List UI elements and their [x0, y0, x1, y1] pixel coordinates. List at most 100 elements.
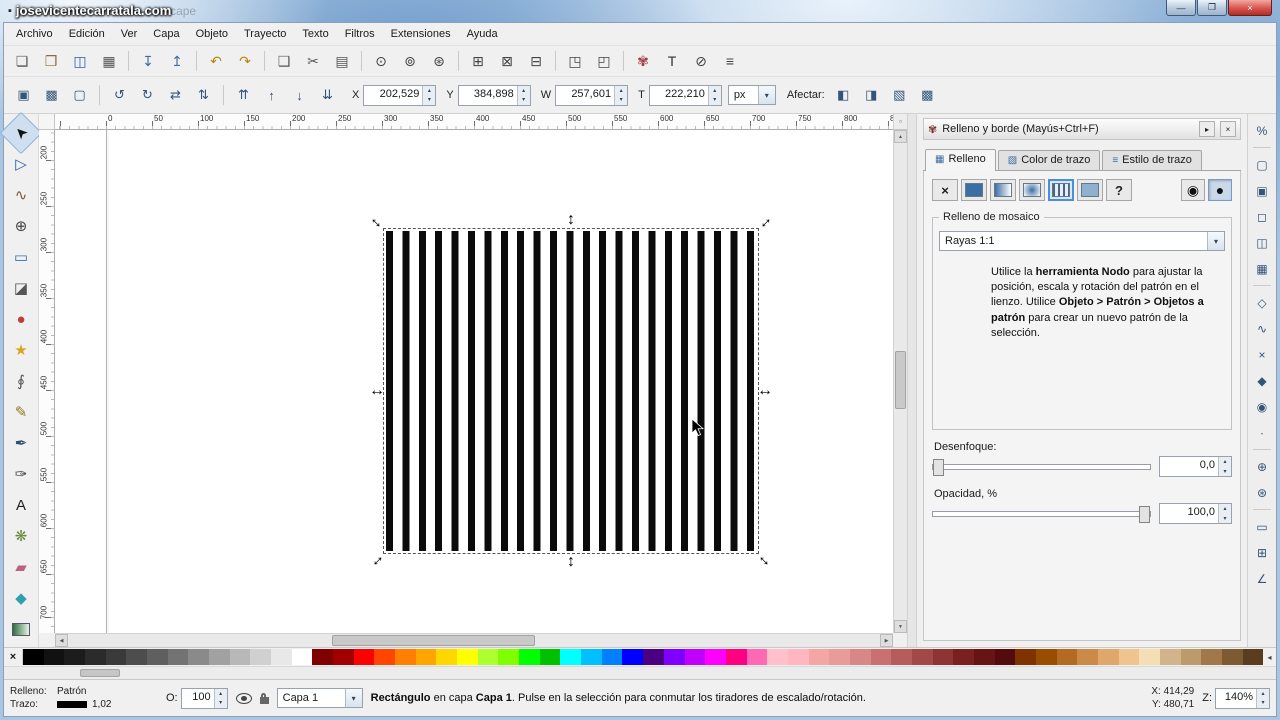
group[interactable]: ◳ — [561, 47, 589, 75]
scroll-left-icon[interactable] — [55, 634, 68, 647]
palette-swatch-51[interactable] — [1077, 649, 1098, 665]
palette-swatch-50[interactable] — [1056, 649, 1078, 665]
w-field-down-icon[interactable] — [615, 95, 627, 105]
export[interactable]: ↥ — [163, 47, 191, 75]
opacity-slider[interactable] — [932, 505, 1151, 523]
radial-gradient-button[interactable] — [1019, 179, 1045, 201]
clone[interactable]: ⊠ — [493, 47, 521, 75]
snap-cusp-nodes[interactable]: ◆ — [1249, 368, 1275, 393]
pattern-button[interactable] — [1048, 179, 1074, 201]
spiral-tool[interactable]: ∮ — [6, 366, 36, 396]
zoom-field[interactable]: 140% — [1215, 687, 1270, 709]
palette-swatch-32[interactable] — [684, 649, 706, 665]
menu-item-filtros[interactable]: Filtros — [337, 25, 383, 43]
canvas[interactable] — [55, 130, 893, 633]
scale-handle-n-icon[interactable] — [567, 212, 575, 228]
snap-midpoints[interactable]: ∙ — [1249, 420, 1275, 445]
snap-smooth-nodes[interactable]: ◉ — [1249, 394, 1275, 419]
palette-swatch-16[interactable] — [353, 649, 375, 665]
palette-swatch-34[interactable] — [725, 649, 747, 665]
palette-swatch-1[interactable] — [43, 649, 65, 665]
palette-swatch-49[interactable] — [1035, 649, 1057, 665]
open-document[interactable]: ❒ — [37, 47, 65, 75]
select-all[interactable]: ▣ — [10, 82, 37, 108]
palette-swatch-38[interactable] — [808, 649, 830, 665]
rotate-cw[interactable]: ↻ — [134, 82, 161, 108]
palette-swatch-41[interactable] — [870, 649, 892, 665]
xml-editor[interactable]: ⊘ — [687, 47, 715, 75]
palette-swatch-12[interactable] — [271, 649, 292, 665]
palette-swatch-45[interactable] — [953, 649, 974, 665]
palette-swatch-47[interactable] — [994, 649, 1016, 665]
palette-swatch-5[interactable] — [126, 649, 148, 665]
text-tool[interactable]: A — [6, 490, 36, 520]
flip-horizontal[interactable]: ⇄ — [162, 82, 189, 108]
scale-handle-e-icon[interactable] — [757, 383, 773, 399]
snap-bbox-centers[interactable]: ▦ — [1249, 256, 1275, 281]
palette-swatch-0[interactable] — [23, 649, 44, 665]
palette-swatch-33[interactable] — [705, 649, 726, 665]
tab-estilo-de-trazo[interactable]: ≡ Estilo de trazo — [1102, 150, 1202, 170]
lower[interactable]: ↓ — [286, 82, 313, 108]
pencil-tool[interactable]: ✎ — [6, 397, 36, 427]
menu-item-archivo[interactable]: Archivo — [8, 25, 61, 43]
palette-swatch-7[interactable] — [167, 649, 189, 665]
vertical-ruler[interactable]: 200 250 300 350 400 450 500 550 600 650 700 — [39, 130, 55, 633]
ellipse-tool[interactable]: ● — [6, 304, 36, 334]
horizontal-scroll-thumb[interactable] — [331, 635, 535, 646]
dock-splitter[interactable] — [907, 114, 917, 647]
blur-slider-thumb[interactable] — [933, 458, 944, 476]
dropdown-arrow-icon[interactable] — [344, 689, 362, 707]
snap-guides[interactable]: ∠ — [1249, 566, 1275, 591]
palette-swatch-22[interactable] — [477, 649, 499, 665]
menu-item-edicion[interactable]: Edición — [61, 25, 113, 43]
bucket-tool[interactable]: ◆ — [6, 583, 36, 613]
palette-swatch-6[interactable] — [147, 649, 168, 665]
scale-handle-se-icon[interactable] — [754, 549, 777, 572]
y-field[interactable]: 384,898 — [457, 84, 531, 106]
palette-swatch-59[interactable] — [1242, 649, 1264, 665]
opacity-field-up-icon[interactable] — [1219, 504, 1231, 514]
deselect[interactable]: ▢ — [66, 82, 93, 108]
scroll-corner-button[interactable] — [893, 114, 907, 130]
palette-swatch-39[interactable] — [829, 649, 850, 665]
select-all-layers[interactable]: ▩ — [38, 82, 65, 108]
t-field-down-icon[interactable] — [709, 95, 721, 105]
object-opacity-field-up-icon[interactable] — [215, 689, 227, 699]
palette-swatch-43[interactable] — [911, 649, 933, 665]
palette-swatch-52[interactable] — [1097, 649, 1119, 665]
box3d-tool[interactable]: ◪ — [6, 273, 36, 303]
spray-tool[interactable]: ❋ — [6, 521, 36, 551]
palette-swatch-24[interactable] — [519, 649, 540, 665]
palette-swatch-29[interactable] — [622, 649, 644, 665]
palette-swatch-10[interactable] — [229, 649, 251, 665]
palette-swatch-19[interactable] — [415, 649, 437, 665]
import[interactable]: ↧ — [134, 47, 162, 75]
selected-rectangle[interactable] — [383, 228, 759, 554]
palette-swatch-44[interactable] — [932, 649, 954, 665]
scroll-up-icon[interactable] — [894, 130, 907, 143]
layer-lock-icon[interactable] — [259, 692, 269, 704]
blur-field[interactable]: 0,0 — [1159, 456, 1232, 477]
dialog-collapse-button[interactable]: ▸ — [1199, 121, 1215, 137]
vertical-scrollbar[interactable] — [893, 130, 907, 633]
paste[interactable]: ▤ — [328, 47, 356, 75]
x-field-up-icon[interactable] — [423, 86, 435, 96]
no-paint-button[interactable]: × — [932, 179, 958, 201]
tweak-tool[interactable]: ∿ — [6, 180, 36, 210]
zoom-page[interactable]: ⊛ — [425, 47, 453, 75]
move-gradients[interactable]: ▧ — [886, 82, 913, 108]
palette-swatch-17[interactable] — [374, 649, 396, 665]
scale-handle-w-icon[interactable] — [369, 383, 385, 399]
palette-scrollbar[interactable] — [4, 666, 1276, 679]
snap-paths[interactable]: ∿ — [1249, 316, 1275, 341]
palette-scroll-thumb[interactable] — [80, 669, 121, 677]
palette-swatch-2[interactable] — [64, 649, 86, 665]
vertical-scroll-thumb[interactable] — [895, 351, 906, 409]
scale-handle-sw-icon[interactable] — [366, 549, 389, 572]
palette-swatch-21[interactable] — [457, 649, 478, 665]
menu-item-trayecto[interactable]: Trayecto — [236, 25, 294, 43]
duplicate[interactable]: ⊞ — [464, 47, 492, 75]
raise-to-top[interactable]: ⇈ — [230, 82, 257, 108]
palette-swatch-28[interactable] — [601, 649, 623, 665]
